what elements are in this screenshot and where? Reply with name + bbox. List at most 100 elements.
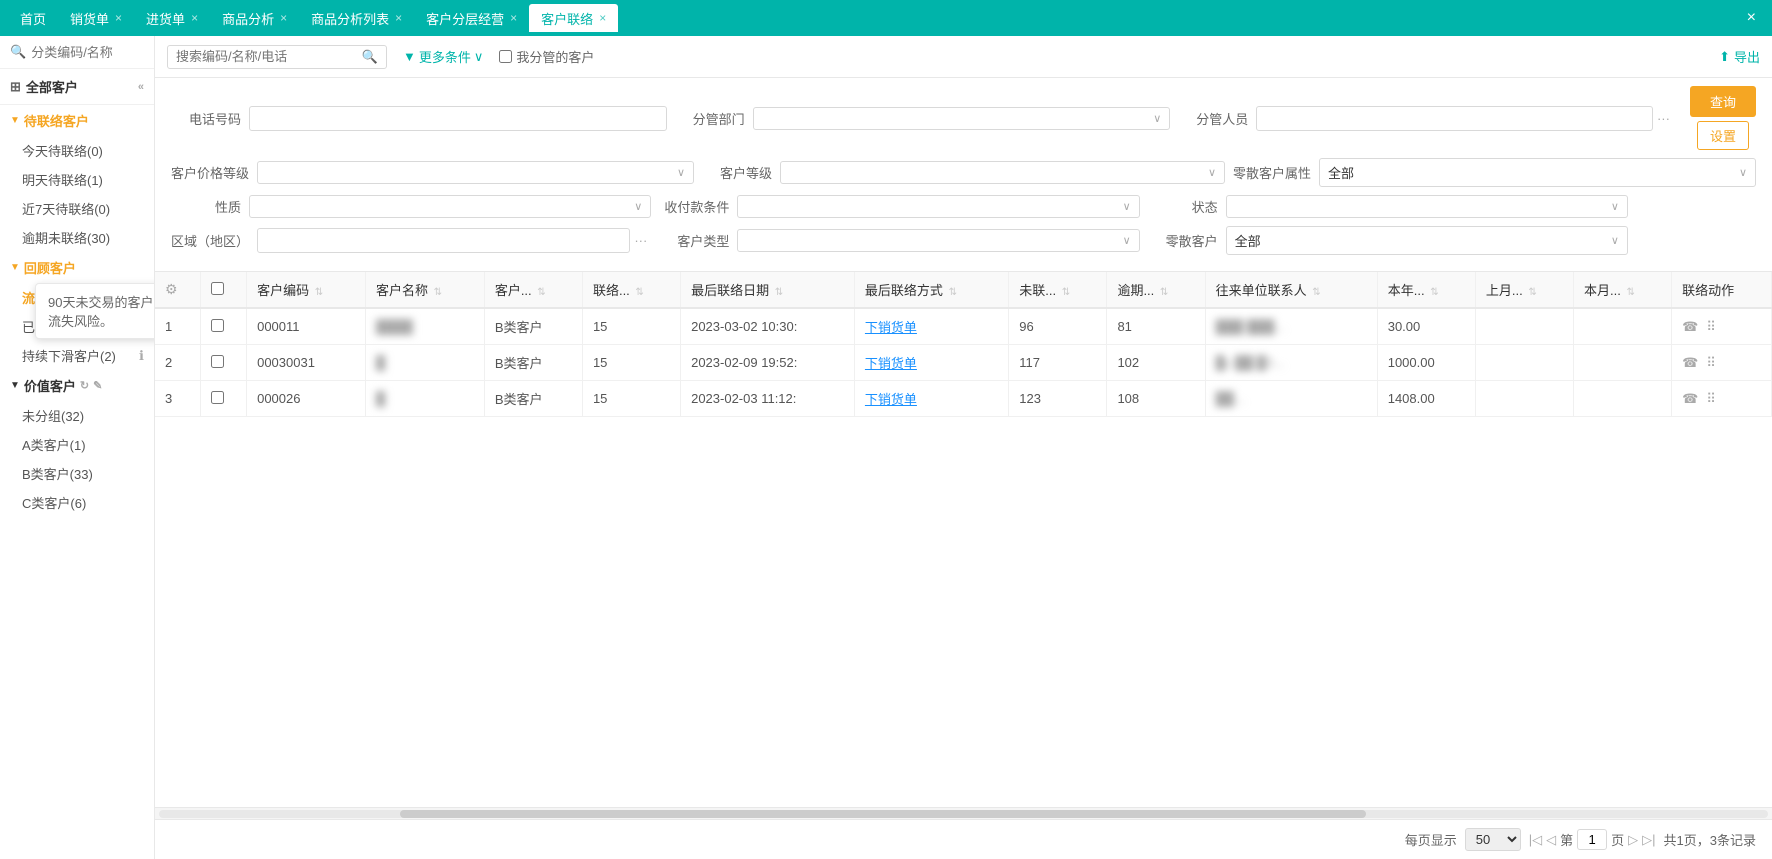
sidebar-value-group[interactable]: ▼ 价值客户 ↻ ✎ <box>0 370 154 401</box>
sidebar-item-c-class[interactable]: C类客户(6) <box>0 488 154 517</box>
close-icon[interactable]: × <box>510 11 517 25</box>
select-all-checkbox[interactable] <box>211 282 224 295</box>
prev-page-icon[interactable]: ◁ <box>1546 832 1556 848</box>
tab-sales[interactable]: 销货单 × <box>58 4 134 32</box>
search-input[interactable] <box>176 49 362 64</box>
sidebar-item-declining[interactable]: 持续下滑客户(2) ℹ <box>0 341 154 370</box>
edit-icon[interactable]: ✎ <box>93 379 102 392</box>
page-input[interactable] <box>1577 829 1607 850</box>
more-actions-icon[interactable]: ⠿ <box>1706 355 1716 371</box>
sidebar-all-customers[interactable]: ⊞ 全部客户 « <box>0 69 154 105</box>
region-input[interactable] <box>257 228 630 253</box>
more-actions-icon[interactable]: ⠿ <box>1706 391 1716 407</box>
sort-icon[interactable]: ⇅ <box>1062 287 1070 298</box>
settings-gear-icon[interactable]: ⚙ <box>165 281 178 297</box>
my-customers-checkbox-label[interactable]: 我分管的客户 <box>499 47 594 66</box>
tab-customer-contact[interactable]: 客户联络 × <box>529 4 618 32</box>
col-checkbox[interactable] <box>200 272 246 308</box>
sidebar-pending-group[interactable]: ▼ 待联络客户 <box>0 105 154 136</box>
sort-icon[interactable]: ⇅ <box>1626 287 1634 298</box>
sort-icon[interactable]: ⇅ <box>635 287 643 298</box>
page-size-select[interactable]: 50 20 100 <box>1465 828 1521 851</box>
last-page-icon[interactable]: ▷| <box>1642 832 1655 848</box>
phone-action-icon[interactable]: ☎ <box>1682 355 1698 371</box>
close-icon[interactable]: × <box>395 11 402 25</box>
row-checkbox[interactable] <box>200 345 246 381</box>
sidebar-search-input[interactable] <box>31 45 144 60</box>
first-page-icon[interactable]: |◁ <box>1529 832 1542 848</box>
status-select[interactable]: ∨ <box>1226 195 1628 218</box>
sort-icon[interactable]: ⇅ <box>949 287 957 298</box>
horizontal-scrollbar[interactable] <box>155 807 1772 819</box>
settings-button[interactable]: 设置 <box>1697 121 1749 150</box>
price-tier-select[interactable]: ∨ <box>257 161 694 184</box>
row-last-method[interactable]: 下销货单 <box>854 381 1008 417</box>
customer-type-select[interactable]: ∨ <box>737 229 1139 252</box>
scroll-track[interactable] <box>159 810 1768 818</box>
tab-purchase[interactable]: 进货单 × <box>134 4 210 32</box>
close-window-icon[interactable]: × <box>1739 9 1764 27</box>
sort-icon[interactable]: ⇅ <box>434 287 442 298</box>
more-icon[interactable]: ··· <box>1657 111 1670 126</box>
data-table-container: ⚙ 客户编码 ⇅ 客户名称 ⇅ 客户... ⇅ <box>155 272 1772 807</box>
sidebar-lost-group[interactable]: ▼ 回顾客户 <box>0 252 154 283</box>
next-page-icon[interactable]: ▷ <box>1628 832 1638 848</box>
sidebar-item-a-class[interactable]: A类客户(1) <box>0 430 154 459</box>
close-icon[interactable]: × <box>280 11 287 25</box>
sidebar-item-ungrouped[interactable]: 未分组(32) <box>0 401 154 430</box>
sidebar-item-today[interactable]: 今天待联络(0) <box>0 136 154 165</box>
close-icon[interactable]: × <box>115 11 122 25</box>
row-last-method[interactable]: 下销货单 <box>854 345 1008 381</box>
col-this-month: 本月... ⇅ <box>1574 272 1672 308</box>
sidebar-item-tomorrow[interactable]: 明天待联络(1) <box>0 165 154 194</box>
my-customers-checkbox[interactable] <box>499 50 512 63</box>
phone-action-icon[interactable]: ☎ <box>1682 319 1698 335</box>
contact-method-link[interactable]: 下销货单 <box>865 392 917 407</box>
sort-icon[interactable]: ⇅ <box>537 287 545 298</box>
sort-icon[interactable]: ⇅ <box>1528 287 1536 298</box>
zero-retail-attr-select[interactable]: 全部 ∨ <box>1319 158 1756 187</box>
tab-home[interactable]: 首页 <box>8 4 58 32</box>
row-last-method[interactable]: 下销货单 <box>854 308 1008 345</box>
zero-retail-select[interactable]: 全部 ∨ <box>1226 226 1628 255</box>
close-icon[interactable]: × <box>191 11 198 25</box>
export-button[interactable]: ⬆ 导出 <box>1719 47 1760 66</box>
contact-method-link[interactable]: 下销货单 <box>865 356 917 371</box>
sort-icon[interactable]: ⇅ <box>1430 287 1438 298</box>
person-input[interactable] <box>1256 106 1653 131</box>
payment-select[interactable]: ∨ <box>737 195 1139 218</box>
filter-zero-retail: 零散客户 全部 ∨ <box>1148 226 1628 255</box>
sort-icon[interactable]: ⇅ <box>1312 287 1320 298</box>
gender-select[interactable]: ∨ <box>249 195 651 218</box>
row-checkbox[interactable] <box>200 381 246 417</box>
tab-customer-tier[interactable]: 客户分层经营 × <box>414 4 529 32</box>
value-group-label: 价值客户 <box>24 376 76 395</box>
tab-product-analysis[interactable]: 商品分析 × <box>210 4 299 32</box>
sidebar-item-7days[interactable]: 近7天待联络(0) <box>0 194 154 223</box>
sort-icon[interactable]: ⇅ <box>1160 287 1168 298</box>
refresh-icon[interactable]: ↻ <box>80 379 89 392</box>
row-checkbox[interactable] <box>200 308 246 345</box>
customer-level-select[interactable]: ∨ <box>780 161 1225 184</box>
contact-method-link[interactable]: 下销货单 <box>865 320 917 335</box>
close-icon[interactable]: × <box>599 11 606 25</box>
collapse-icon[interactable]: « <box>138 81 144 93</box>
sidebar-search-box[interactable]: 🔍 <box>0 36 154 69</box>
more-filter-button[interactable]: ▼ 更多条件 ∨ <box>395 44 491 69</box>
phone-action-icon[interactable]: ☎ <box>1682 391 1698 407</box>
col-settings[interactable]: ⚙ <box>155 272 200 308</box>
content-area: 🔍 ▼ 更多条件 ∨ 我分管的客户 ⬆ 导出 电话号码 <box>155 36 1772 859</box>
sort-icon[interactable]: ⇅ <box>315 287 323 298</box>
dept-select[interactable]: ∨ <box>753 107 1171 130</box>
tab-product-list[interactable]: 商品分析列表 × <box>299 4 414 32</box>
sidebar-item-b-class[interactable]: B类客户(33) <box>0 459 154 488</box>
scroll-thumb[interactable] <box>400 810 1365 818</box>
more-icon[interactable]: ··· <box>634 233 647 248</box>
search-icon[interactable]: 🔍 <box>362 49 378 65</box>
phone-input[interactable] <box>249 106 667 131</box>
sort-icon[interactable]: ⇅ <box>775 287 783 298</box>
search-box[interactable]: 🔍 <box>167 45 387 69</box>
sidebar-item-overdue[interactable]: 逾期未联络(30) <box>0 223 154 252</box>
more-actions-icon[interactable]: ⠿ <box>1706 319 1716 335</box>
query-button[interactable]: 查询 <box>1690 86 1756 117</box>
